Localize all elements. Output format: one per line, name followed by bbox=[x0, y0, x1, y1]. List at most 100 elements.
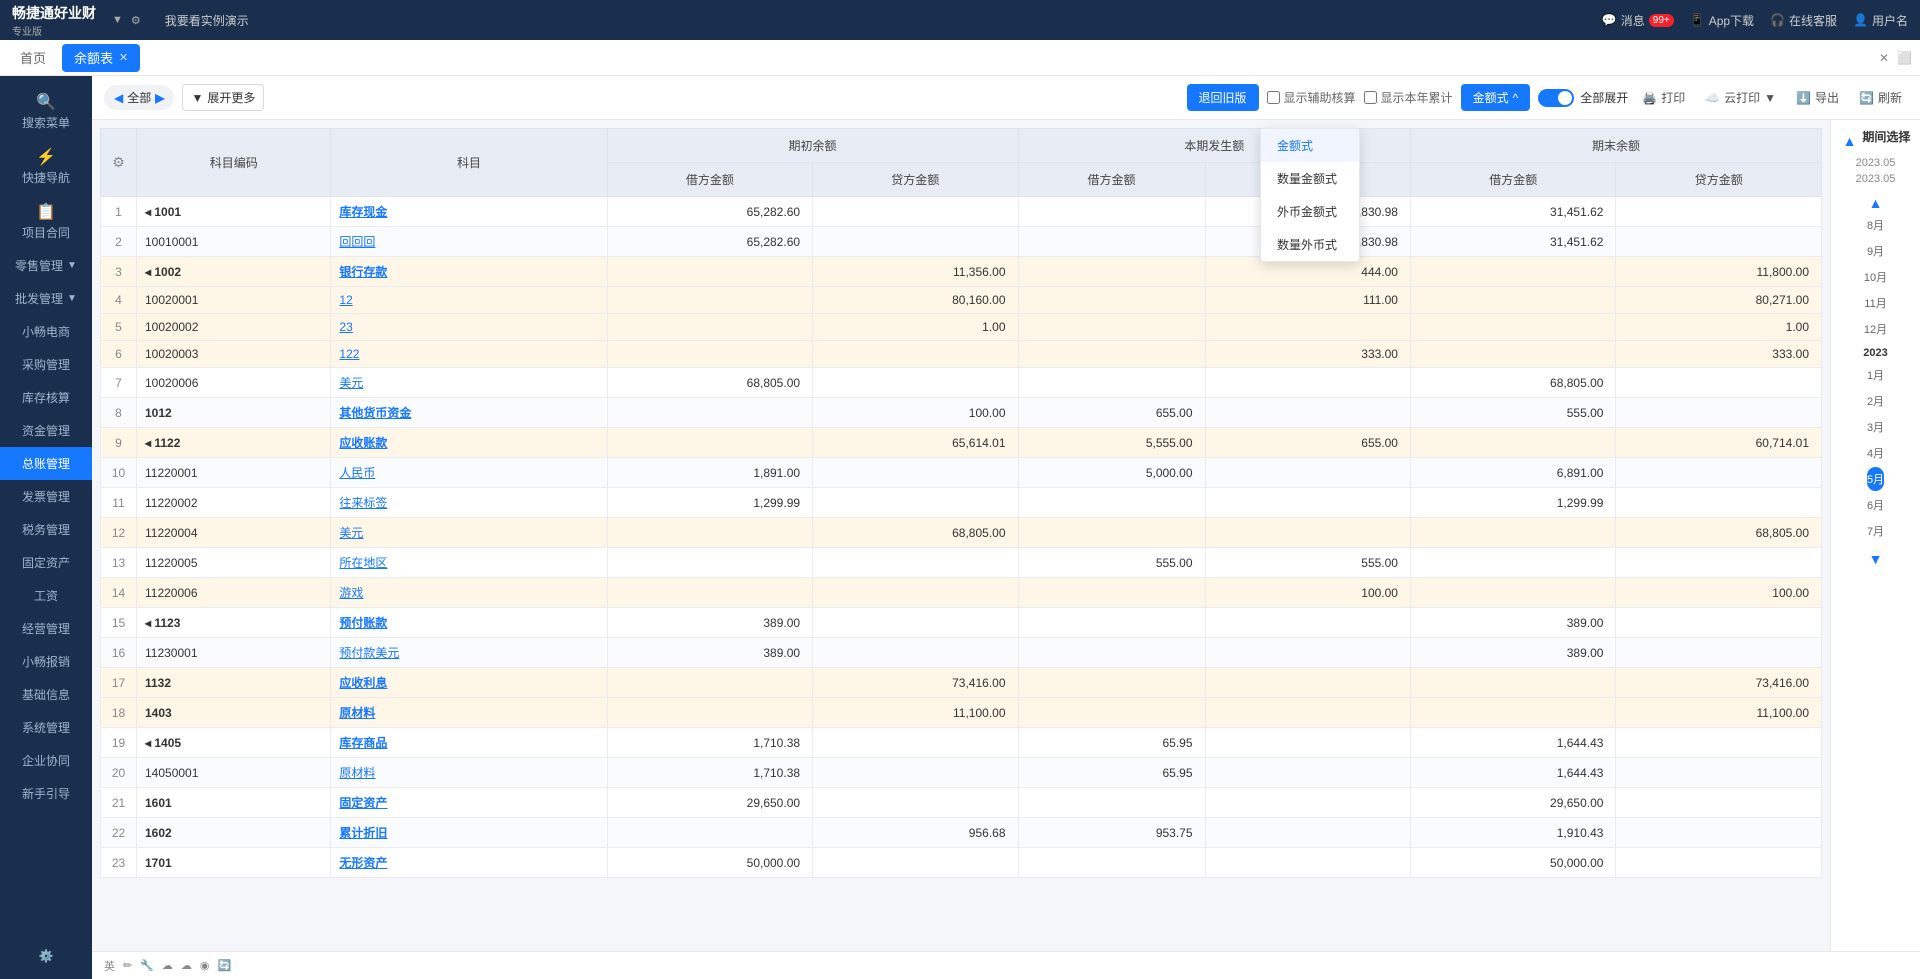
settings-icon[interactable]: ⚙ bbox=[112, 154, 125, 170]
row-name[interactable]: 应收账款 bbox=[331, 428, 607, 458]
subject-name[interactable]: 库存现金 bbox=[339, 205, 387, 219]
row-name[interactable]: 预付账款 bbox=[331, 608, 607, 638]
table-wrapper[interactable]: ⚙ 科目编码 科目 期初余额 本期发生额 期末余额 借方金额 贷方金额 借方金额 bbox=[92, 120, 1830, 951]
subject-name[interactable]: 原材料 bbox=[339, 706, 375, 720]
month-item-2023[interactable]: 1月 bbox=[1867, 363, 1884, 387]
sidebar-item-tax[interactable]: 税务管理 bbox=[0, 513, 92, 546]
sidebar-item-finance[interactable]: 资金管理 bbox=[0, 414, 92, 447]
demo-link[interactable]: 我要看实例演示 bbox=[165, 12, 249, 29]
subject-name-link[interactable]: 122 bbox=[339, 347, 359, 361]
tab-home[interactable]: 首页 bbox=[8, 44, 58, 72]
sidebar-item-salary[interactable]: 工资 bbox=[0, 579, 92, 612]
subject-name[interactable]: 银行存款 bbox=[339, 265, 387, 279]
month-item-2022[interactable]: 9月 bbox=[1864, 239, 1887, 263]
print-btn[interactable]: 🖨️ 打印 bbox=[1636, 85, 1691, 110]
subject-name-link[interactable]: 原材料 bbox=[339, 766, 375, 780]
tab-close-icon[interactable]: ✕ bbox=[1879, 51, 1889, 65]
sidebar-item-accounting[interactable]: 总账管理 bbox=[0, 447, 92, 480]
row-name[interactable]: 122 bbox=[331, 341, 607, 368]
sidebar-item-search[interactable]: 🔍 搜索菜单 bbox=[0, 84, 92, 139]
subject-name-link[interactable]: 12 bbox=[339, 293, 352, 307]
sidebar-item-quick-nav[interactable]: ⚡ 快捷导航 bbox=[0, 139, 92, 194]
row-name[interactable]: 银行存款 bbox=[331, 257, 607, 287]
row-name[interactable]: 所在地区 bbox=[331, 548, 607, 578]
sidebar-settings-btn[interactable]: ⚙️ bbox=[0, 941, 92, 971]
expand-more-btn[interactable]: ▼ 展开更多 bbox=[182, 84, 264, 111]
month-item-2023[interactable]: 4月 bbox=[1867, 441, 1884, 465]
subject-name[interactable]: 库存商品 bbox=[339, 736, 387, 750]
month-item-2022[interactable]: 11月 bbox=[1864, 291, 1887, 315]
bottom-btn-lang[interactable]: 英 bbox=[104, 958, 115, 974]
instance-dropdown[interactable]: ▼ bbox=[112, 14, 123, 26]
row-name[interactable]: 无形资产 bbox=[331, 848, 607, 878]
subject-name-link[interactable]: 美元 bbox=[339, 376, 363, 390]
export-btn[interactable]: ⬇️ 导出 bbox=[1790, 85, 1845, 110]
online-service-btn[interactable]: 🎧 在线客服 bbox=[1770, 12, 1837, 29]
month-item-2023[interactable]: 6月 bbox=[1867, 493, 1884, 517]
sidebar-item-wholesale[interactable]: 批发管理 ▼ bbox=[0, 282, 92, 315]
month-item-2022[interactable]: 10月 bbox=[1864, 265, 1887, 289]
panel-down-btn[interactable]: ▼ bbox=[1867, 549, 1885, 569]
row-name[interactable]: 预付款美元 bbox=[331, 638, 607, 668]
month-item-2023[interactable]: 5月 bbox=[1867, 467, 1884, 491]
message-btn[interactable]: 💬 消息 99+ bbox=[1602, 12, 1674, 29]
tab-balance[interactable]: 余额表 ✕ bbox=[62, 44, 140, 72]
subject-name[interactable]: 无形资产 bbox=[339, 856, 387, 870]
subject-name-link[interactable]: 游戏 bbox=[339, 586, 363, 600]
bottom-btn-settings[interactable]: 🔧 bbox=[140, 959, 154, 972]
sidebar-item-ecommerce[interactable]: 小畅电商 bbox=[0, 315, 92, 348]
subject-name[interactable]: 累计折旧 bbox=[339, 826, 387, 840]
sidebar-item-inventory[interactable]: 库存核算 bbox=[0, 381, 92, 414]
sidebar-item-system[interactable]: 系统管理 bbox=[0, 711, 92, 744]
bottom-btn-cloud2[interactable]: ☁ bbox=[181, 959, 192, 972]
row-name[interactable]: 往来标签 bbox=[331, 488, 607, 518]
panel-collapse-btn[interactable]: ▲ bbox=[1867, 193, 1885, 213]
subject-name[interactable]: 预付账款 bbox=[339, 616, 387, 630]
subject-name[interactable]: 应收账款 bbox=[339, 436, 387, 450]
subject-name-link[interactable]: 所在地区 bbox=[339, 556, 387, 570]
month-item-2023[interactable]: 7月 bbox=[1867, 519, 1884, 543]
subject-name-link[interactable]: 美元 bbox=[339, 526, 363, 540]
subject-name-link[interactable]: 人民币 bbox=[339, 466, 375, 480]
user-avatar[interactable]: 👤 用户名 bbox=[1853, 12, 1908, 29]
subject-name[interactable]: 应收利息 bbox=[339, 676, 387, 690]
month-item-2022[interactable]: 12月 bbox=[1864, 317, 1887, 341]
sidebar-item-purchase[interactable]: 采购管理 bbox=[0, 348, 92, 381]
sidebar-item-basic[interactable]: 基础信息 bbox=[0, 678, 92, 711]
month-item-2023[interactable]: 2月 bbox=[1867, 389, 1884, 413]
app-download-btn[interactable]: 📱 App下载 bbox=[1690, 12, 1754, 29]
row-name[interactable]: 原材料 bbox=[331, 698, 607, 728]
sidebar-item-cooperation[interactable]: 企业协同 bbox=[0, 744, 92, 777]
bottom-btn-circle[interactable]: ◉ bbox=[200, 959, 210, 972]
settings-icon-top[interactable]: ⚙ bbox=[131, 14, 141, 27]
tab-maximize-icon[interactable]: ⬜ bbox=[1897, 51, 1912, 65]
row-name[interactable]: 库存现金 bbox=[331, 197, 607, 227]
dropdown-item-qty-foreign[interactable]: 数量外币式 bbox=[1261, 228, 1359, 261]
subject-name-link[interactable]: 往来标签 bbox=[339, 496, 387, 510]
subject-name-link[interactable]: 23 bbox=[339, 320, 352, 334]
annual-checkbox[interactable] bbox=[1364, 91, 1377, 104]
sidebar-item-sales[interactable]: 小畅报销 bbox=[0, 645, 92, 678]
sidebar-item-retail[interactable]: 零售管理 ▼ bbox=[0, 249, 92, 282]
bottom-btn-cloud1[interactable]: ☁ bbox=[162, 959, 173, 972]
row-name[interactable]: 人民币 bbox=[331, 458, 607, 488]
return-old-btn[interactable]: 退回旧版 bbox=[1187, 84, 1259, 111]
subject-name[interactable]: 固定资产 bbox=[339, 796, 387, 810]
dropdown-item-foreign-amount[interactable]: 外币金额式 bbox=[1261, 195, 1359, 228]
row-name[interactable]: 美元 bbox=[331, 518, 607, 548]
row-name[interactable]: 其他货币资金 bbox=[331, 398, 607, 428]
row-name[interactable]: 固定资产 bbox=[331, 788, 607, 818]
row-name[interactable]: 回回回 bbox=[331, 227, 607, 257]
sidebar-item-operations[interactable]: 经营管理 bbox=[0, 612, 92, 645]
subject-name-link[interactable]: 回回回 bbox=[339, 235, 375, 249]
row-name[interactable]: 游戏 bbox=[331, 578, 607, 608]
sidebar-item-invoice[interactable]: 发票管理 bbox=[0, 480, 92, 513]
sidebar-item-project[interactable]: 📋 项目合同 bbox=[0, 194, 92, 249]
refresh-btn[interactable]: 🔄 刷新 bbox=[1853, 85, 1908, 110]
row-name[interactable]: 原材料 bbox=[331, 758, 607, 788]
mode-btn[interactable]: 金额式 ^ bbox=[1461, 84, 1531, 111]
row-name[interactable]: 12 bbox=[331, 287, 607, 314]
bottom-btn-refresh[interactable]: 🔄 bbox=[218, 959, 232, 972]
row-name[interactable]: 美元 bbox=[331, 368, 607, 398]
toggle-switch-btn[interactable] bbox=[1538, 89, 1574, 107]
